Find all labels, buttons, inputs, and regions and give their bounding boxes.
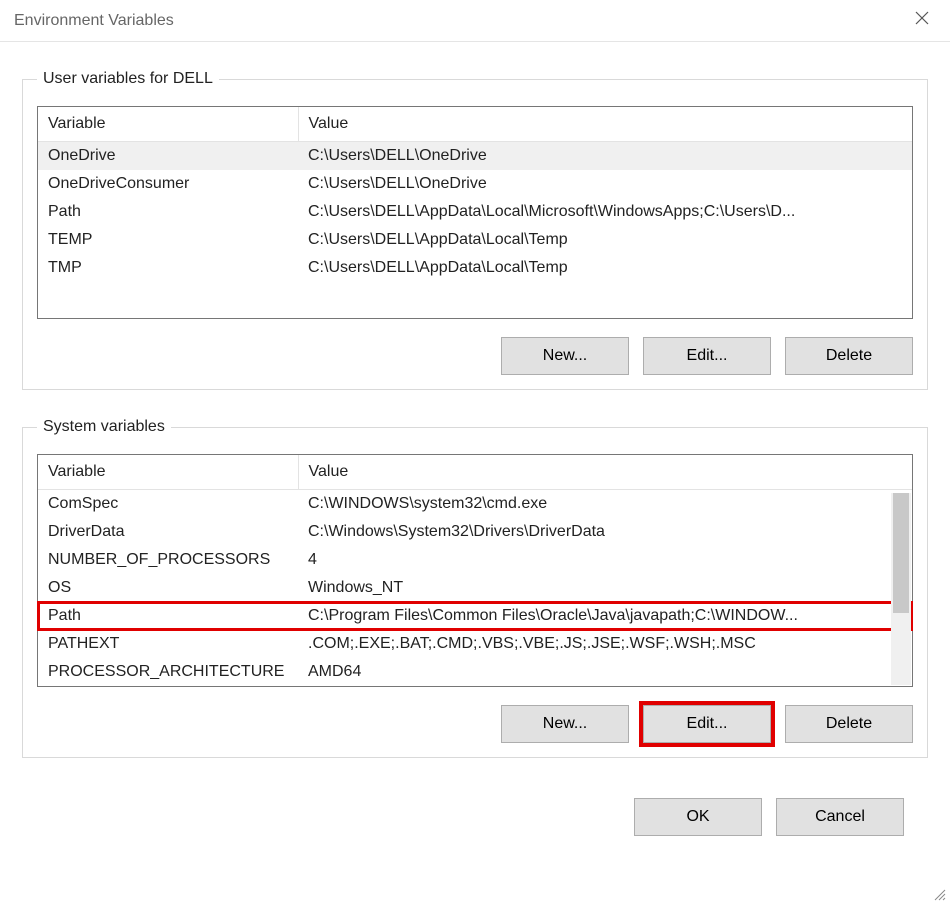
cell-value: AMD64: [298, 658, 912, 686]
table-row-spacer: [38, 282, 912, 318]
table-row[interactable]: PROCESSOR_ARCHITECTURE AMD64: [38, 658, 912, 686]
user-buttons-row: New... Edit... Delete: [37, 337, 913, 375]
cell-value: C:\Users\DELL\OneDrive: [298, 142, 912, 171]
cell-variable: PATHEXT: [38, 630, 298, 658]
user-variables-table[interactable]: Variable Value OneDrive C:\Users\DELL\On…: [37, 106, 913, 319]
cell-value: Windows_NT: [298, 574, 912, 602]
user-delete-button[interactable]: Delete: [785, 337, 913, 375]
cell-value: C:\Users\DELL\AppData\Local\Temp: [298, 254, 912, 282]
title-bar: Environment Variables: [0, 0, 950, 42]
cell-value: C:\Windows\System32\Drivers\DriverData: [298, 518, 912, 546]
table-row[interactable]: DriverData C:\Windows\System32\Drivers\D…: [38, 518, 912, 546]
table-row[interactable]: NUMBER_OF_PROCESSORS 4: [38, 546, 912, 574]
close-icon[interactable]: [908, 11, 936, 30]
system-buttons-row: New... Edit... Delete: [37, 705, 913, 743]
cell-value: C:\Users\DELL\AppData\Local\Temp: [298, 226, 912, 254]
column-header-variable[interactable]: Variable: [38, 455, 298, 490]
cell-variable: ComSpec: [38, 490, 298, 519]
window-title: Environment Variables: [14, 12, 174, 30]
cell-variable: TEMP: [38, 226, 298, 254]
cell-value: C:\Users\DELL\AppData\Local\Microsoft\Wi…: [298, 198, 912, 226]
cell-variable: OneDriveConsumer: [38, 170, 298, 198]
user-variables-legend: User variables for DELL: [37, 70, 219, 88]
table-row[interactable]: TEMP C:\Users\DELL\AppData\Local\Temp: [38, 226, 912, 254]
cell-variable: DriverData: [38, 518, 298, 546]
system-variables-group: System variables Variable Value ComSpec …: [22, 418, 928, 758]
system-variables-legend: System variables: [37, 418, 171, 436]
table-row[interactable]: TMP C:\Users\DELL\AppData\Local\Temp: [38, 254, 912, 282]
system-edit-button[interactable]: Edit...: [643, 705, 771, 743]
user-variables-group: User variables for DELL Variable Value O…: [22, 70, 928, 390]
table-row-highlighted[interactable]: Path C:\Program Files\Common Files\Oracl…: [38, 602, 912, 630]
table-row[interactable]: OneDriveConsumer C:\Users\DELL\OneDrive: [38, 170, 912, 198]
cell-variable: OneDrive: [38, 142, 298, 171]
system-new-button[interactable]: New...: [501, 705, 629, 743]
cell-value: 4: [298, 546, 912, 574]
cell-variable: TMP: [38, 254, 298, 282]
table-row[interactable]: OneDrive C:\Users\DELL\OneDrive: [38, 142, 912, 171]
table-row[interactable]: Path C:\Users\DELL\AppData\Local\Microso…: [38, 198, 912, 226]
user-edit-button[interactable]: Edit...: [643, 337, 771, 375]
resize-grip-icon[interactable]: [932, 887, 946, 901]
cell-value: .COM;.EXE;.BAT;.CMD;.VBS;.VBE;.JS;.JSE;.…: [298, 630, 912, 658]
column-header-value[interactable]: Value: [298, 455, 912, 490]
system-variables-table[interactable]: Variable Value ComSpec C:\WINDOWS\system…: [37, 454, 913, 687]
dialog-body: User variables for DELL Variable Value O…: [0, 42, 950, 836]
table-row[interactable]: PATHEXT .COM;.EXE;.BAT;.CMD;.VBS;.VBE;.J…: [38, 630, 912, 658]
table-row[interactable]: ComSpec C:\WINDOWS\system32\cmd.exe: [38, 490, 912, 519]
cell-variable: PROCESSOR_ARCHITECTURE: [38, 658, 298, 686]
scrollbar-track[interactable]: [891, 493, 911, 685]
cell-variable: Path: [38, 198, 298, 226]
ok-button[interactable]: OK: [634, 798, 762, 836]
table-row[interactable]: OS Windows_NT: [38, 574, 912, 602]
cell-value: C:\Users\DELL\OneDrive: [298, 170, 912, 198]
cell-value: C:\Program Files\Common Files\Oracle\Jav…: [298, 602, 912, 630]
cell-variable: Path: [38, 602, 298, 630]
cell-variable: NUMBER_OF_PROCESSORS: [38, 546, 298, 574]
cell-value: C:\WINDOWS\system32\cmd.exe: [298, 490, 912, 519]
user-new-button[interactable]: New...: [501, 337, 629, 375]
cell-variable: OS: [38, 574, 298, 602]
system-delete-button[interactable]: Delete: [785, 705, 913, 743]
column-header-value[interactable]: Value: [298, 107, 912, 142]
column-header-variable[interactable]: Variable: [38, 107, 298, 142]
scrollbar-thumb[interactable]: [893, 493, 909, 613]
cancel-button[interactable]: Cancel: [776, 798, 904, 836]
dialog-footer: OK Cancel: [22, 786, 928, 836]
